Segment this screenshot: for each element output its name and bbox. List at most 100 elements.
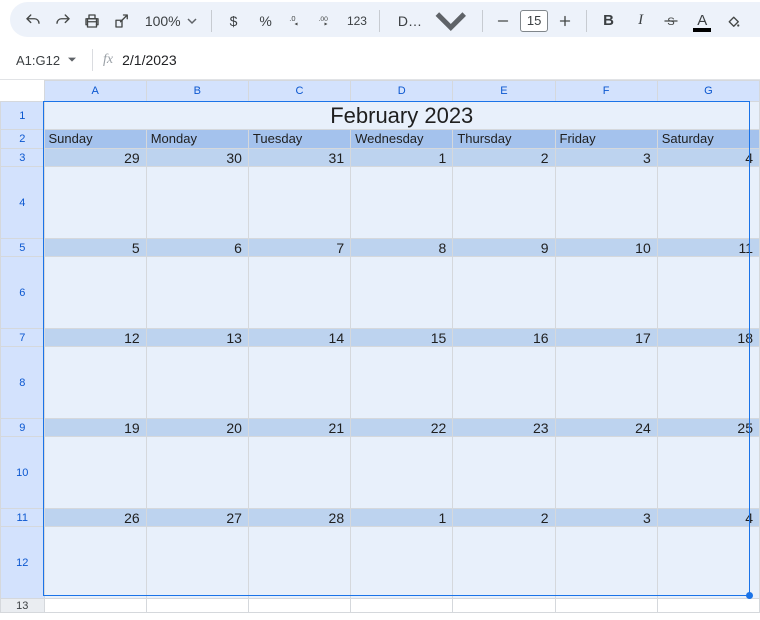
bold-button[interactable]: B [595,7,623,35]
row-header[interactable]: 11 [1,509,45,527]
calendar-body-cell[interactable] [44,347,146,419]
day-number-cell[interactable]: 1 [351,149,453,167]
day-of-week-cell[interactable]: Saturday [657,130,759,149]
text-color-button[interactable]: A [688,7,716,35]
day-of-week-cell[interactable]: Sunday [44,130,146,149]
calendar-body-cell[interactable] [44,437,146,509]
calendar-body-cell[interactable] [44,167,146,239]
day-number-cell[interactable]: 12 [44,329,146,347]
calendar-body-cell[interactable] [248,257,350,329]
day-number-cell[interactable]: 2 [453,149,555,167]
calendar-body-cell[interactable] [657,257,759,329]
day-number-cell[interactable]: 13 [146,329,248,347]
calendar-body-cell[interactable] [453,347,555,419]
day-number-cell[interactable]: 11 [657,239,759,257]
column-header[interactable]: A [44,81,146,102]
calendar-body-cell[interactable] [657,167,759,239]
day-number-cell[interactable]: 20 [146,419,248,437]
font-size-input[interactable]: 15 [520,10,548,32]
calendar-body-cell[interactable] [248,347,350,419]
currency-button[interactable]: $ [220,7,248,35]
calendar-body-cell[interactable] [146,437,248,509]
column-header[interactable]: B [146,81,248,102]
row-header[interactable]: 9 [1,419,45,437]
day-of-week-cell[interactable]: Wednesday [351,130,453,149]
day-of-week-cell[interactable]: Tuesday [248,130,350,149]
row-header[interactable]: 10 [1,437,45,509]
calendar-body-cell[interactable] [453,167,555,239]
increase-font-size-button[interactable] [552,7,578,35]
redo-button[interactable] [50,7,76,35]
row-header[interactable]: 6 [1,257,45,329]
day-number-cell[interactable]: 5 [44,239,146,257]
row-header[interactable]: 5 [1,239,45,257]
day-number-cell[interactable]: 23 [453,419,555,437]
empty-cell[interactable] [351,599,453,613]
calendar-title-cell[interactable]: February 2023 [44,102,759,130]
calendar-body-cell[interactable] [351,437,453,509]
name-box[interactable]: A1:G12 [10,48,82,72]
column-header[interactable]: G [657,81,759,102]
column-header[interactable]: E [453,81,555,102]
increase-decimal-button[interactable]: .00 [313,7,339,35]
day-of-week-cell[interactable]: Friday [555,130,657,149]
calendar-body-cell[interactable] [248,167,350,239]
day-number-cell[interactable]: 26 [44,509,146,527]
day-number-cell[interactable]: 6 [146,239,248,257]
calendar-body-cell[interactable] [555,167,657,239]
day-number-cell[interactable]: 4 [657,149,759,167]
empty-cell[interactable] [44,599,146,613]
day-number-cell[interactable]: 19 [44,419,146,437]
calendar-body-cell[interactable] [351,347,453,419]
day-number-cell[interactable]: 27 [146,509,248,527]
empty-cell[interactable] [453,599,555,613]
percent-button[interactable]: % [252,7,280,35]
undo-button[interactable] [20,7,46,35]
day-number-cell[interactable]: 2 [453,509,555,527]
day-number-cell[interactable]: 3 [555,509,657,527]
day-number-cell[interactable]: 22 [351,419,453,437]
calendar-body-cell[interactable] [351,167,453,239]
calendar-body-cell[interactable] [146,347,248,419]
day-of-week-cell[interactable]: Thursday [453,130,555,149]
day-number-cell[interactable]: 14 [248,329,350,347]
more-formats-button[interactable]: 123 [343,7,371,35]
strikethrough-button[interactable]: S [659,7,685,35]
calendar-body-cell[interactable] [453,527,555,599]
row-header[interactable]: 2 [1,130,45,149]
day-number-cell[interactable]: 16 [453,329,555,347]
day-number-cell[interactable]: 21 [248,419,350,437]
column-header[interactable]: F [555,81,657,102]
day-number-cell[interactable]: 28 [248,509,350,527]
calendar-body-cell[interactable] [44,257,146,329]
decrease-decimal-button[interactable]: .0 [284,7,310,35]
day-number-cell[interactable]: 7 [248,239,350,257]
calendar-body-cell[interactable] [453,257,555,329]
fill-color-button[interactable] [720,7,746,35]
calendar-body-cell[interactable] [146,527,248,599]
calendar-body-cell[interactable] [657,527,759,599]
spreadsheet-grid[interactable]: ABCDEFG1February 20232SundayMondayTuesda… [0,80,760,620]
calendar-body-cell[interactable] [453,437,555,509]
calendar-body-cell[interactable] [555,437,657,509]
empty-cell[interactable] [248,599,350,613]
row-header[interactable]: 8 [1,347,45,419]
day-number-cell[interactable]: 3 [555,149,657,167]
day-number-cell[interactable]: 29 [44,149,146,167]
day-number-cell[interactable]: 9 [453,239,555,257]
day-number-cell[interactable]: 31 [248,149,350,167]
select-all-corner[interactable] [1,81,45,102]
font-dropdown[interactable]: Defaul… [388,7,474,35]
day-number-cell[interactable]: 4 [657,509,759,527]
day-number-cell[interactable]: 1 [351,509,453,527]
day-number-cell[interactable]: 10 [555,239,657,257]
print-button[interactable] [79,7,105,35]
day-number-cell[interactable]: 30 [146,149,248,167]
zoom-dropdown[interactable]: 100% [139,7,203,35]
calendar-body-cell[interactable] [555,347,657,419]
row-header[interactable]: 1 [1,102,45,130]
calendar-body-cell[interactable] [44,527,146,599]
row-header[interactable]: 7 [1,329,45,347]
calendar-body-cell[interactable] [146,167,248,239]
calendar-body-cell[interactable] [351,257,453,329]
